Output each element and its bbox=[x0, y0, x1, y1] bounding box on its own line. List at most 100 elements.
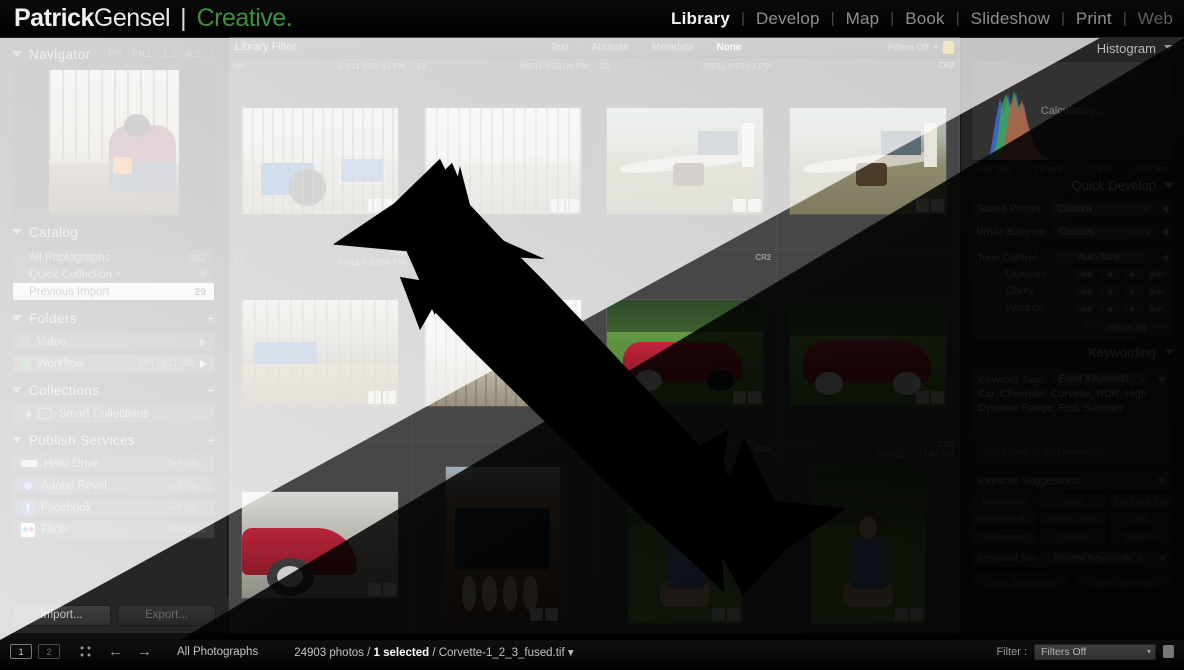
keyword-badge-icon[interactable] bbox=[916, 391, 930, 404]
thumbnail-badges[interactable] bbox=[367, 391, 396, 404]
photo-thumbnail[interactable] bbox=[627, 466, 744, 624]
publish-service-hard-drive[interactable]: Hard Drive Set Up... bbox=[12, 454, 215, 473]
publish-service-setup-link[interactable]: Set Up... bbox=[167, 524, 206, 535]
thumbnail-badges[interactable] bbox=[916, 391, 945, 404]
catalog-item-all-photographs[interactable]: All Photographs 362 bbox=[13, 249, 214, 266]
collections-header[interactable]: Collections + bbox=[12, 379, 215, 401]
keyword-list[interactable]: Car, Chevrolet, Corvette, HDR, High Dyna… bbox=[978, 387, 1167, 439]
chevron-down-icon[interactable] bbox=[1164, 45, 1174, 51]
keyword-badge-icon[interactable] bbox=[733, 199, 747, 212]
collapse-arrow-icon[interactable] bbox=[1161, 253, 1168, 262]
grid-cell[interactable] bbox=[229, 442, 412, 634]
photo-thumbnail[interactable] bbox=[789, 107, 948, 215]
add-keywords-input[interactable]: Click here to add keywords bbox=[978, 443, 1167, 462]
module-web[interactable]: Web bbox=[1127, 9, 1184, 29]
filter-select[interactable]: Filters Off ▾ bbox=[1034, 643, 1156, 660]
histogram-header[interactable]: Histogram bbox=[971, 37, 1174, 59]
publish-services-header[interactable]: Publish Services + bbox=[12, 429, 215, 451]
photo-thumbnail[interactable] bbox=[444, 466, 561, 624]
module-map[interactable]: Map bbox=[835, 9, 891, 29]
grid-cell[interactable]: CR2 bbox=[594, 442, 778, 634]
grid-cell[interactable]: 21 CR2 4/9/11 8:53:06 PM bbox=[229, 248, 412, 442]
publish-service-setup-link[interactable]: Set Up... bbox=[167, 480, 206, 491]
grid-cell[interactable]: 18 4/9/11 8:52:49 PM bbox=[229, 58, 412, 250]
chevron-right-icon[interactable] bbox=[27, 409, 32, 418]
grid-cell[interactable]: CR2 bbox=[777, 58, 960, 250]
thumbnail-badges[interactable] bbox=[733, 199, 762, 212]
slider-step-button[interactable]: ◀ bbox=[1098, 285, 1120, 298]
navigator-mode-fill[interactable]: FILL bbox=[133, 49, 154, 60]
chevron-down-icon[interactable] bbox=[12, 51, 22, 57]
chevron-down-icon[interactable] bbox=[1164, 182, 1174, 188]
crop-badge-icon[interactable] bbox=[544, 608, 558, 621]
publish-service-facebook[interactable]: f Facebook Set Up... bbox=[12, 498, 215, 517]
grid-cell[interactable]: 19 4/9/11 8:53:00 PM bbox=[411, 58, 595, 250]
keyword-suggestion[interactable]: Government bbox=[971, 529, 1038, 545]
grid-view-icon[interactable] bbox=[80, 646, 91, 657]
crop-badge-icon[interactable] bbox=[382, 199, 396, 212]
keyword-badge-icon[interactable] bbox=[733, 391, 747, 404]
module-print[interactable]: Print bbox=[1065, 9, 1123, 29]
slider-step-button[interactable]: ▶▶ bbox=[1146, 285, 1168, 298]
previous-photo-icon[interactable]: ← bbox=[108, 643, 123, 660]
module-develop[interactable]: Develop bbox=[745, 9, 831, 29]
keyword-badge-icon[interactable] bbox=[916, 199, 930, 212]
collapse-arrow-icon[interactable] bbox=[1161, 228, 1168, 236]
catalog-item-quick-collection[interactable]: Quick Collection + 0 bbox=[13, 266, 214, 283]
slider-step-button[interactable]: ▶ bbox=[1122, 302, 1144, 315]
publish-service-adobe-revel[interactable]: Adobe Revel Set Up... bbox=[12, 476, 215, 495]
thumbnail-badges[interactable] bbox=[529, 608, 558, 621]
folder-expand-icon[interactable] bbox=[200, 359, 206, 368]
keywording-header[interactable]: Keywording bbox=[971, 341, 1174, 363]
catalog-header[interactable]: Catalog bbox=[12, 221, 215, 243]
photo-thumbnail[interactable] bbox=[240, 491, 399, 599]
quick-develop-header[interactable]: Quick Develop bbox=[971, 174, 1174, 196]
add-folder-button[interactable]: + bbox=[207, 311, 215, 325]
lock-icon[interactable] bbox=[1163, 645, 1174, 658]
folder-expand-icon[interactable] bbox=[200, 337, 206, 346]
chevron-down-icon[interactable]: ▾ bbox=[568, 647, 574, 659]
keyword-tags-mode-select[interactable]: Enter Keywords ▾ bbox=[1051, 372, 1150, 387]
keyword-set-select[interactable]: Recent Keywords ▾ bbox=[1046, 550, 1149, 566]
slider-step-button[interactable]: ▶▶ bbox=[1146, 302, 1168, 315]
thumbnail-badges[interactable] bbox=[550, 199, 579, 212]
photo-thumbnail[interactable] bbox=[423, 107, 582, 215]
module-library[interactable]: Library bbox=[660, 9, 741, 29]
navigator-mode-3-1[interactable]: 3:1 bbox=[186, 49, 201, 60]
grid-cell[interactable]: CR2 bbox=[594, 250, 778, 442]
next-photo-icon[interactable]: → bbox=[137, 643, 152, 660]
white-balance-select[interactable]: Custom ▾ bbox=[1052, 224, 1155, 240]
grid-cell[interactable]: CR2 bbox=[411, 442, 595, 634]
crop-badge-icon[interactable] bbox=[382, 391, 396, 404]
keyword-suggestion[interactable]: Outdoor Ret... bbox=[1039, 511, 1106, 527]
filter-tab-attribute[interactable]: Attribute bbox=[581, 42, 640, 53]
photo-thumbnail[interactable] bbox=[810, 466, 927, 624]
publish-service-setup-link[interactable]: Set Up... bbox=[167, 458, 206, 469]
sidebar-item-smart-collections[interactable]: Smart Collections bbox=[12, 404, 215, 423]
keyword-badge-icon[interactable] bbox=[712, 608, 726, 621]
catalog-item-previous-import[interactable]: Previous Import 29 bbox=[13, 283, 214, 300]
chevron-down-icon[interactable] bbox=[12, 387, 22, 393]
screen-1-button[interactable]: 1 bbox=[10, 644, 32, 659]
slider-step-button[interactable]: ◀◀ bbox=[1074, 285, 1096, 298]
slider-step-button[interactable]: ▶ bbox=[1122, 285, 1144, 298]
photo-thumbnail[interactable] bbox=[423, 299, 582, 407]
folder-item-video[interactable]: Video bbox=[12, 332, 215, 351]
thumbnail-grid[interactable]: 18 4/9/11 8:52:49 PM 19 4/9/11 8:53:00 PM 20… bbox=[229, 58, 960, 634]
grid-cell[interactable]: 22 bbox=[411, 250, 595, 442]
sync-settings-button[interactable]: Sync Settings bbox=[1075, 573, 1174, 592]
navigator-zoom-modes[interactable]: FIT FILL 1:1 3:1 ↕ bbox=[108, 49, 215, 60]
keyword-badge-icon[interactable] bbox=[550, 391, 564, 404]
publish-service-flickr[interactable]: Flickr Set Up... bbox=[12, 520, 215, 539]
thumbnail-badges[interactable] bbox=[733, 391, 762, 404]
navigator-zoom-stepper-icon[interactable]: ↕ bbox=[210, 49, 215, 59]
add-publish-service-button[interactable]: + bbox=[207, 433, 215, 447]
keyword-suggestion[interactable]: Capitol bbox=[1039, 529, 1106, 545]
crop-badge-icon[interactable] bbox=[748, 199, 762, 212]
crop-badge-icon[interactable] bbox=[910, 608, 924, 621]
module-book[interactable]: Book bbox=[894, 9, 956, 29]
publish-service-setup-link[interactable]: Set Up... bbox=[167, 502, 206, 513]
keyword-badge-icon[interactable] bbox=[367, 199, 381, 212]
folder-item-workflow[interactable]: Workflow 380 / 931 GB bbox=[12, 354, 215, 373]
chevron-down-icon[interactable] bbox=[1164, 349, 1174, 355]
